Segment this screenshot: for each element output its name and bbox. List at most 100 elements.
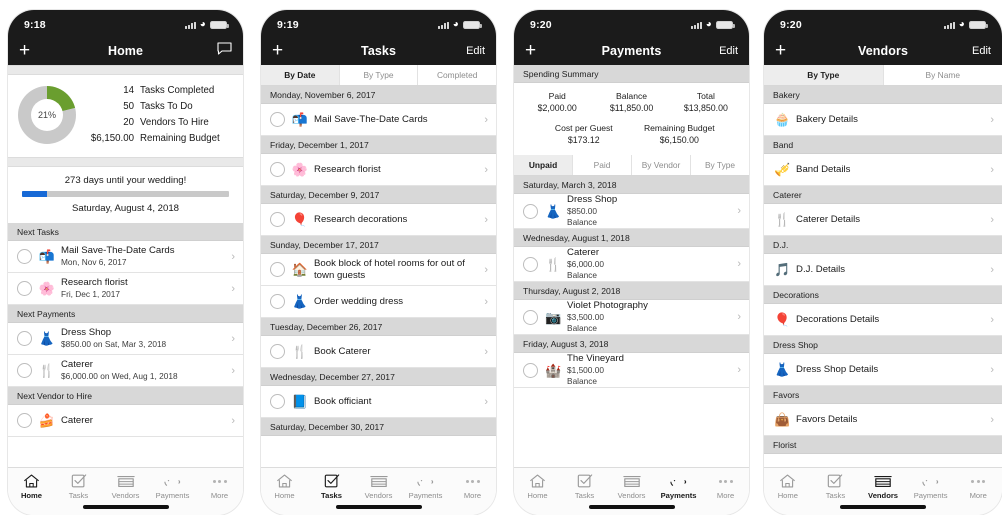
list-item-title: Research decorations (314, 213, 408, 225)
tab-payments[interactable]: Payments (907, 472, 955, 500)
tab-home[interactable]: Home (764, 472, 812, 500)
tab-more[interactable]: More (702, 472, 749, 500)
checkbox-circle[interactable] (270, 112, 286, 127)
status-bar: 9:20 ◕ (764, 10, 1002, 36)
edit-button[interactable]: Edit (972, 45, 991, 57)
list-item[interactable]: 👗 Dress Shop $850.00 Balance › (514, 194, 750, 229)
segment-unpaid[interactable]: Unpaid (514, 155, 574, 175)
list-item[interactable]: 🍰 Caterer › (8, 405, 244, 437)
tab-vendors[interactable]: Vendors (608, 472, 655, 500)
section-spacer (8, 157, 244, 167)
tab-label: Payments (408, 491, 443, 500)
tab-label: Tasks (321, 491, 342, 500)
list-item[interactable]: 🎈 Research decorations › (261, 204, 497, 236)
tab-home[interactable]: Home (261, 472, 308, 500)
add-button[interactable]: + (272, 41, 283, 60)
tab-more[interactable]: More (196, 472, 243, 500)
tab-tasks[interactable]: Tasks (308, 472, 355, 500)
segment-paid[interactable]: Paid (573, 155, 633, 175)
list-item[interactable]: 🍴 Caterer Details › (764, 204, 1002, 236)
add-button[interactable]: + (525, 41, 536, 60)
checkbox-circle[interactable] (270, 212, 286, 227)
checkbox-circle[interactable] (17, 331, 32, 346)
list-item-text: Violet Photography $3,500.00 Balance (567, 300, 733, 334)
payments-scroll-content[interactable]: Spending Summary Paid $2,000.00 Balance … (514, 65, 750, 467)
list-item[interactable]: 🏠 Book block of hotel rooms for out of to… (261, 254, 497, 286)
list-item[interactable]: 🏰 The Vineyard $1,500.00 Balance › (514, 353, 750, 388)
list-item[interactable]: 🎵 D.J. Details › (764, 254, 1002, 286)
checkbox-circle[interactable] (270, 394, 286, 409)
checkbox-circle[interactable] (17, 249, 32, 264)
screenshot-stage: 9:18 ◕ + Home 21% 14 Tasks Completed 50 … (0, 0, 1002, 515)
battery-icon (210, 20, 230, 30)
list-item[interactable]: 👗 Order wedding dress › (261, 286, 497, 318)
segment-by-date[interactable]: By Date (261, 65, 340, 85)
list-item[interactable]: 👜 Favors Details › (764, 404, 1002, 436)
tab-payments[interactable]: Payments (402, 472, 449, 500)
checkbox-circle[interactable] (270, 294, 286, 309)
checkbox-circle[interactable] (17, 413, 32, 428)
checkbox-circle[interactable] (523, 203, 539, 219)
list-item-title: Violet Photography (567, 300, 648, 311)
segment-by-type[interactable]: By Type (339, 65, 419, 85)
checkbox-circle[interactable] (270, 162, 286, 177)
chevron-right-icon: › (231, 250, 236, 263)
tab-more[interactable]: More (449, 472, 496, 500)
list-item[interactable]: 📬 Mail Save-The-Date Cards › (261, 104, 497, 136)
list-item[interactable]: 🌸 Research florist › (261, 154, 497, 186)
segment-completed[interactable]: Completed (418, 65, 497, 85)
section-header: Band (764, 136, 1002, 154)
checkbox-circle[interactable] (17, 363, 32, 378)
segment-by-name[interactable]: By Name (883, 65, 1002, 85)
tab-payments[interactable]: Payments (149, 472, 196, 500)
checkbox-circle[interactable] (523, 362, 539, 378)
checkbox-circle[interactable] (270, 262, 286, 277)
list-item-title: Caterer Details (796, 213, 861, 225)
chat-bubble-icon[interactable] (217, 41, 232, 60)
list-item[interactable]: 🍴 Book Caterer › (261, 336, 497, 368)
edit-button[interactable]: Edit (466, 45, 485, 57)
list-item[interactable]: 🎈 Decorations Details › (764, 304, 1002, 336)
segment-by-vendor[interactable]: By Vendor (632, 155, 692, 175)
tab-home[interactable]: Home (514, 472, 561, 500)
checkbox-circle[interactable] (523, 309, 539, 325)
tab-vendors[interactable]: Vendors (102, 472, 149, 500)
segment-by-type[interactable]: By Type (764, 65, 884, 85)
add-button[interactable]: + (19, 41, 30, 60)
add-button[interactable]: + (775, 41, 786, 60)
tab-tasks[interactable]: Tasks (812, 472, 860, 500)
tasks-scroll-content[interactable]: Monday, November 6, 2017 📬 Mail Save-The-D… (261, 86, 497, 467)
flower-emoji: 🌸 (38, 281, 56, 296)
segment-by-type[interactable]: By Type (691, 155, 750, 175)
segmented-control-vendors[interactable]: By Type By Name (764, 65, 1002, 86)
tab-more[interactable]: More (954, 472, 1002, 500)
list-item[interactable]: 👗 Dress Shop Details › (764, 354, 1002, 386)
list-item[interactable]: 📷 Violet Photography $3,500.00 Balance › (514, 300, 750, 335)
list-item[interactable]: 🌸 Research florist Fri, Dec 1, 2017 › (8, 273, 244, 305)
tab-payments[interactable]: Payments (655, 472, 702, 500)
tab-home[interactable]: Home (8, 472, 55, 500)
segmented-control-payments[interactable]: Unpaid Paid By Vendor By Type (514, 155, 750, 176)
tab-vendors[interactable]: Vendors (859, 472, 907, 500)
tab-tasks[interactable]: Tasks (55, 472, 102, 500)
home-scroll-content[interactable]: 21% 14 Tasks Completed 50 Tasks To Do 20… (8, 65, 244, 467)
checkbox-circle[interactable] (523, 256, 539, 272)
list-item[interactable]: 📘 Book officiant › (261, 386, 497, 418)
home-indicator (335, 505, 422, 509)
list-item[interactable]: 📬 Mail Save-The-Date Cards Mon, Nov 6, 201… (8, 241, 244, 273)
tab-tasks[interactable]: Tasks (561, 472, 608, 500)
list-item[interactable]: 🍴 Caterer $6,000.00 on Wed, Aug 1, 2018 › (8, 355, 244, 387)
list-item[interactable]: 🎺 Band Details › (764, 154, 1002, 186)
segmented-control-tasks[interactable]: By Date By Type Completed (261, 65, 497, 86)
section-header: Wednesday, December 27, 2017 (261, 368, 497, 386)
checkbox-circle[interactable] (17, 281, 32, 296)
edit-button[interactable]: Edit (719, 45, 738, 57)
chevron-right-icon: › (737, 258, 742, 270)
tab-vendors[interactable]: Vendors (355, 472, 402, 500)
list-item-subtitle: $850.00 on Sat, Mar 3, 2018 (61, 339, 167, 349)
list-item[interactable]: 🍴 Caterer $6,000.00 Balance › (514, 247, 750, 282)
vendors-scroll-content[interactable]: Bakery 🧁 Bakery Details › Band 🎺 Band Details ›… (764, 86, 1002, 467)
checkbox-circle[interactable] (270, 344, 286, 359)
list-item[interactable]: 👗 Dress Shop $850.00 on Sat, Mar 3, 2018 › (8, 323, 244, 355)
list-item[interactable]: 🧁 Bakery Details › (764, 104, 1002, 136)
